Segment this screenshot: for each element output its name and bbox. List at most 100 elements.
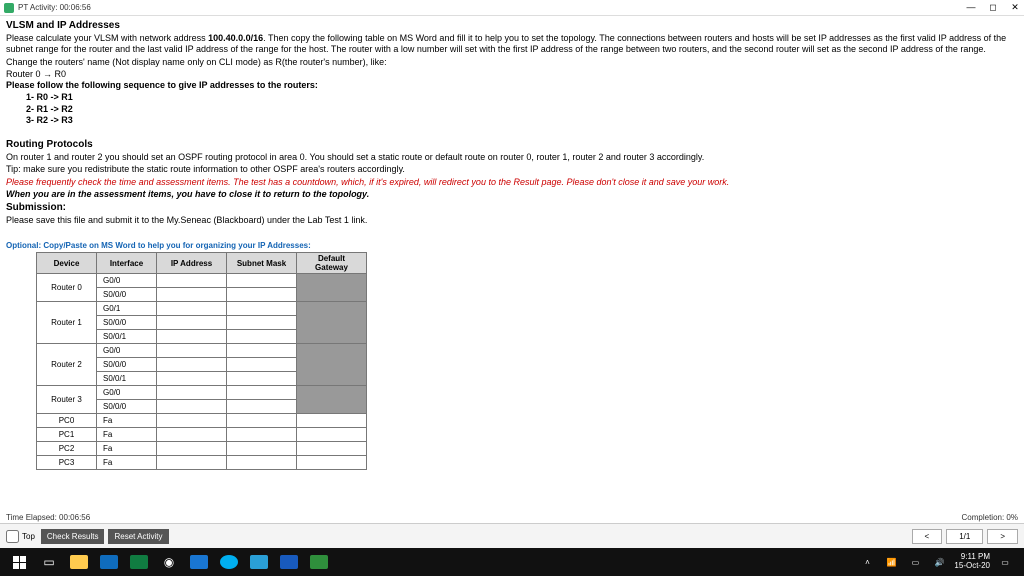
- mask-cell: [227, 358, 297, 372]
- mask-cell: [227, 274, 297, 288]
- taskbar-clock[interactable]: 9:11 PM 15-Oct-20: [954, 553, 990, 571]
- gateway-cell: [297, 386, 367, 414]
- optional-note: Optional: Copy/Paste on MS Word to help …: [6, 241, 1018, 250]
- router-rename-example: Router 0 → R0: [6, 69, 1018, 79]
- file-explorer-button[interactable]: [64, 551, 94, 573]
- table-row: Router 3G0/0: [37, 386, 367, 400]
- app-button-2[interactable]: [244, 551, 274, 573]
- window-titlebar: PT Activity: 00:06:56 — ◻ ✕: [0, 0, 1024, 16]
- packet-tracer-button[interactable]: [304, 551, 334, 573]
- app-icon: [4, 3, 14, 13]
- instruction-paragraph-2: Change the routers' name (Not display na…: [6, 57, 1018, 68]
- next-page-button[interactable]: >: [987, 529, 1018, 544]
- device-cell: Router 1: [37, 302, 97, 344]
- excel-button[interactable]: [124, 551, 154, 573]
- interface-cell: S0/0/0: [97, 400, 157, 414]
- col-ip: IP Address: [157, 253, 227, 274]
- device-cell: PC0: [37, 414, 97, 428]
- table-row: PC0Fa: [37, 414, 367, 428]
- gateway-cell: [297, 302, 367, 344]
- volume-icon[interactable]: 🔊: [930, 553, 948, 571]
- interface-cell: Fa: [97, 428, 157, 442]
- routing-warning: Please frequently check the time and ass…: [6, 177, 1018, 188]
- mask-cell: [227, 414, 297, 428]
- battery-icon[interactable]: ▭: [906, 553, 924, 571]
- mask-cell: [227, 428, 297, 442]
- col-mask: Subnet Mask: [227, 253, 297, 274]
- task-view-button[interactable]: ▭: [34, 551, 64, 573]
- ip-cell: [157, 330, 227, 344]
- device-cell: PC2: [37, 442, 97, 456]
- section-heading-vlsm: VLSM and IP Addresses: [6, 20, 1018, 31]
- device-cell: PC1: [37, 428, 97, 442]
- section-heading-routing: Routing Protocols: [6, 139, 1018, 150]
- mask-cell: [227, 316, 297, 330]
- device-cell: Router 2: [37, 344, 97, 386]
- app-button-1[interactable]: [184, 551, 214, 573]
- check-results-button[interactable]: Check Results: [41, 529, 105, 544]
- interface-cell: G0/0: [97, 386, 157, 400]
- mask-cell: [227, 288, 297, 302]
- table-row: Router 0G0/0: [37, 274, 367, 288]
- ip-cell: [157, 316, 227, 330]
- col-gateway: Default Gateway: [297, 253, 367, 274]
- page-indicator: 1/1: [946, 529, 983, 544]
- mail-button[interactable]: [94, 551, 124, 573]
- maximize-button[interactable]: ◻: [988, 2, 998, 13]
- chrome-button[interactable]: ◉: [154, 551, 184, 573]
- notifications-icon[interactable]: ▭: [996, 553, 1014, 571]
- device-cell: PC3: [37, 456, 97, 470]
- network-icon[interactable]: 📶: [882, 553, 900, 571]
- word-button[interactable]: [274, 551, 304, 573]
- ip-cell: [157, 358, 227, 372]
- mask-cell: [227, 400, 297, 414]
- gateway-cell: [297, 428, 367, 442]
- ip-cell: [157, 400, 227, 414]
- interface-cell: G0/0: [97, 344, 157, 358]
- gateway-cell: [297, 344, 367, 386]
- interface-cell: S0/0/1: [97, 330, 157, 344]
- ip-cell: [157, 344, 227, 358]
- ip-cell: [157, 288, 227, 302]
- mask-cell: [227, 372, 297, 386]
- mask-cell: [227, 302, 297, 316]
- windows-taskbar: ▭ ◉ ˄ 📶 ▭ 🔊 9:11 PM 15-Oct-20 ▭: [0, 548, 1024, 576]
- routing-tip: Tip: make sure you redistribute the stat…: [6, 164, 1018, 175]
- table-row: PC3Fa: [37, 456, 367, 470]
- ip-cell: [157, 386, 227, 400]
- routing-paragraph-1: On router 1 and router 2 you should set …: [6, 152, 1018, 163]
- ip-cell: [157, 274, 227, 288]
- section-heading-submission: Submission:: [6, 202, 1018, 213]
- skype-button[interactable]: [214, 551, 244, 573]
- sequence-list: 1- R0 -> R1 2- R1 -> R2 3- R2 -> R3: [26, 92, 1018, 127]
- windows-logo-icon: [13, 556, 26, 569]
- interface-cell: S0/0/1: [97, 372, 157, 386]
- mask-cell: [227, 330, 297, 344]
- interface-cell: Fa: [97, 442, 157, 456]
- system-tray[interactable]: ˄ 📶 ▭ 🔊 9:11 PM 15-Oct-20 ▭: [858, 553, 1020, 571]
- table-row: PC2Fa: [37, 442, 367, 456]
- interface-cell: Fa: [97, 414, 157, 428]
- interface-cell: S0/0/0: [97, 288, 157, 302]
- col-device: Device: [37, 253, 97, 274]
- ip-cell: [157, 414, 227, 428]
- top-checkbox[interactable]: [6, 530, 19, 543]
- gateway-cell: [297, 442, 367, 456]
- window-title: PT Activity: 00:06:56: [18, 3, 966, 12]
- completion-label: Completion: 0%: [962, 513, 1018, 522]
- device-cell: Router 3: [37, 386, 97, 414]
- submission-paragraph: Please save this file and submit it to t…: [6, 215, 1018, 226]
- ip-cell: [157, 456, 227, 470]
- close-button[interactable]: ✕: [1010, 2, 1020, 13]
- mask-cell: [227, 344, 297, 358]
- sequence-heading: Please follow the following sequence to …: [6, 80, 1018, 91]
- reset-activity-button[interactable]: Reset Activity: [108, 529, 168, 544]
- tray-chevron-icon[interactable]: ˄: [858, 553, 876, 571]
- gateway-cell: [297, 274, 367, 302]
- start-button[interactable]: [4, 551, 34, 573]
- device-cell: Router 0: [37, 274, 97, 302]
- activity-content: VLSM and IP Addresses Please calculate y…: [0, 16, 1024, 523]
- minimize-button[interactable]: —: [966, 2, 976, 13]
- top-label: Top: [22, 532, 35, 541]
- prev-page-button[interactable]: <: [912, 529, 943, 544]
